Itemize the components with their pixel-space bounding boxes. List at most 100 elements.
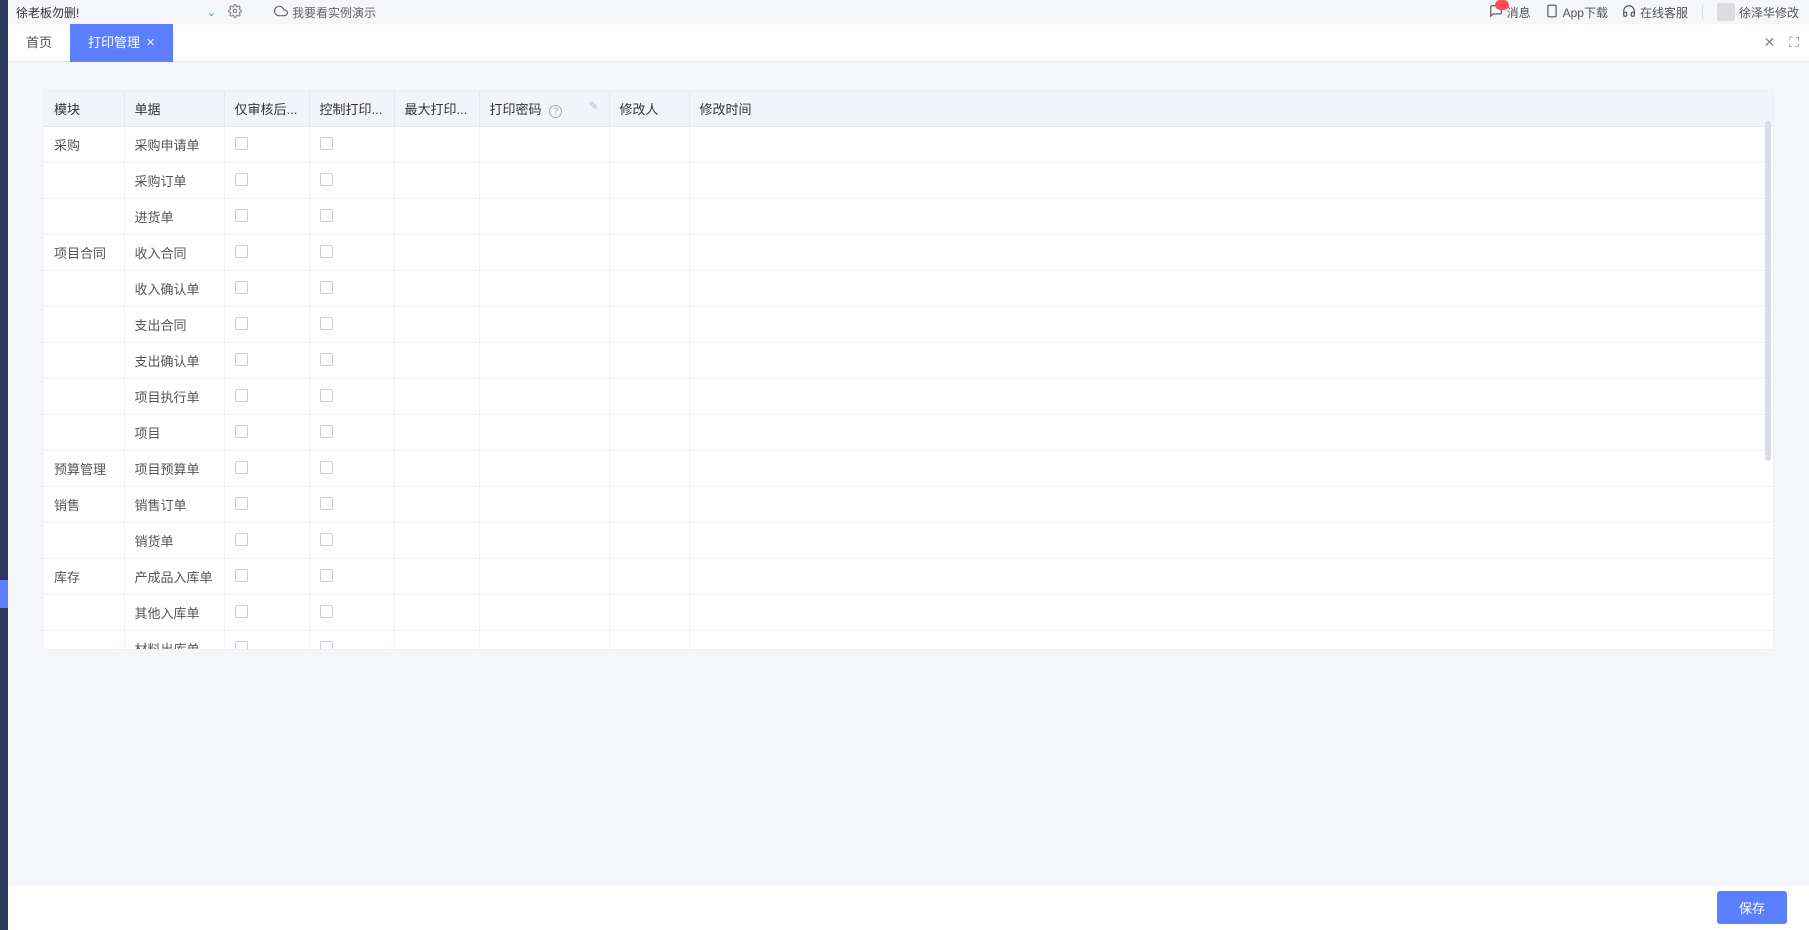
cell-print-password	[479, 235, 609, 271]
cloud-icon	[274, 4, 288, 21]
checkbox[interactable]	[320, 209, 333, 222]
checkbox[interactable]	[320, 569, 333, 582]
cell-print-password	[479, 307, 609, 343]
checkbox[interactable]	[320, 281, 333, 294]
checkbox[interactable]	[235, 533, 248, 546]
checkbox[interactable]	[235, 209, 248, 222]
checkbox[interactable]	[235, 497, 248, 510]
cell-max-print	[394, 415, 479, 451]
cell-module: 采购	[44, 127, 124, 163]
checkbox[interactable]	[235, 137, 248, 150]
table-row: 库存产成品入库单	[44, 559, 1773, 595]
checkbox[interactable]	[320, 425, 333, 438]
checkbox[interactable]	[320, 389, 333, 402]
cell-modifier	[609, 163, 689, 199]
fullscreen-icon[interactable]: ⛶	[1789, 34, 1799, 51]
checkbox[interactable]	[320, 173, 333, 186]
tab-print-manage[interactable]: 打印管理 ✕	[70, 24, 173, 62]
checkbox[interactable]	[235, 281, 248, 294]
table-row: 项目执行单	[44, 379, 1773, 415]
checkbox[interactable]	[235, 569, 248, 582]
cell-after-audit	[224, 235, 309, 271]
th-modify-time: 修改时间	[689, 91, 1773, 127]
cell-modify-time	[689, 379, 1773, 415]
tab-home-label: 首页	[26, 24, 52, 62]
cell-document: 支出合同	[124, 307, 224, 343]
save-button[interactable]: 保存	[1717, 891, 1787, 924]
checkbox[interactable]	[235, 245, 248, 258]
cell-modify-time	[689, 631, 1773, 651]
th-after-audit: 仅审核后...	[224, 91, 309, 127]
cell-max-print	[394, 487, 479, 523]
checkbox[interactable]	[320, 353, 333, 366]
checkbox[interactable]	[235, 425, 248, 438]
table-row: 销货单	[44, 523, 1773, 559]
cell-document: 项目执行单	[124, 379, 224, 415]
edit-icon[interactable]: ✎	[588, 99, 598, 113]
content-area: 模块 单据 仅审核后... 控制打印... 最大打印... 打印密码 ? ✎ 修…	[8, 62, 1809, 884]
cell-control-print	[309, 343, 394, 379]
checkbox[interactable]	[320, 317, 333, 330]
checkbox[interactable]	[235, 461, 248, 474]
cell-module	[44, 163, 124, 199]
demo-link[interactable]: 我要看实例演示	[274, 4, 376, 21]
cell-max-print	[394, 271, 479, 307]
cell-control-print	[309, 631, 394, 651]
checkbox[interactable]	[320, 461, 333, 474]
cell-modifier	[609, 127, 689, 163]
cell-module	[44, 631, 124, 651]
cell-document: 产成品入库单	[124, 559, 224, 595]
checkbox[interactable]	[320, 137, 333, 150]
close-all-icon[interactable]: ✕	[1763, 34, 1775, 51]
table-row: 支出合同	[44, 307, 1773, 343]
checkbox[interactable]	[235, 389, 248, 402]
cell-module: 预算管理	[44, 451, 124, 487]
cell-print-password	[479, 127, 609, 163]
online-service-link[interactable]: 在线客服	[1622, 4, 1688, 21]
cell-after-audit	[224, 163, 309, 199]
cell-document: 采购订单	[124, 163, 224, 199]
cell-after-audit	[224, 271, 309, 307]
gear-icon[interactable]	[228, 4, 242, 21]
app-download-link[interactable]: App下载	[1545, 4, 1608, 21]
messages-link[interactable]: 消息	[1489, 4, 1531, 21]
cell-control-print	[309, 451, 394, 487]
cell-modifier	[609, 559, 689, 595]
left-rail-accent	[0, 580, 8, 608]
th-modifier: 修改人	[609, 91, 689, 127]
org-selector[interactable]: 徐老板勿删! ⌄	[16, 4, 216, 21]
cell-control-print	[309, 199, 394, 235]
cell-modify-time	[689, 523, 1773, 559]
close-icon[interactable]: ✕	[146, 24, 155, 62]
cell-module	[44, 379, 124, 415]
checkbox[interactable]	[235, 317, 248, 330]
table-row: 材料出库单	[44, 631, 1773, 651]
checkbox[interactable]	[320, 605, 333, 618]
cell-document: 项目预算单	[124, 451, 224, 487]
checkbox[interactable]	[320, 245, 333, 258]
cell-document: 采购申请单	[124, 127, 224, 163]
checkbox[interactable]	[235, 353, 248, 366]
checkbox[interactable]	[235, 173, 248, 186]
table-row: 项目	[44, 415, 1773, 451]
checkbox[interactable]	[235, 605, 248, 618]
user-menu[interactable]: 徐泽华修改	[1717, 3, 1799, 21]
cell-document: 材料出库单	[124, 631, 224, 651]
checkbox[interactable]	[320, 497, 333, 510]
cell-modify-time	[689, 307, 1773, 343]
help-icon[interactable]: ?	[549, 105, 562, 118]
cell-after-audit	[224, 199, 309, 235]
th-control-print: 控制打印...	[309, 91, 394, 127]
checkbox[interactable]	[320, 533, 333, 546]
cell-control-print	[309, 595, 394, 631]
checkbox[interactable]	[235, 641, 248, 651]
cell-modify-time	[689, 199, 1773, 235]
tab-home[interactable]: 首页	[8, 24, 70, 62]
top-bar: 徐老板勿删! ⌄ 我要看实例演示 消息 App下载	[8, 0, 1809, 24]
checkbox[interactable]	[320, 641, 333, 651]
scrollbar-thumb[interactable]	[1765, 121, 1771, 461]
cell-control-print	[309, 271, 394, 307]
cell-modifier	[609, 523, 689, 559]
cell-modifier	[609, 271, 689, 307]
cell-document: 收入合同	[124, 235, 224, 271]
